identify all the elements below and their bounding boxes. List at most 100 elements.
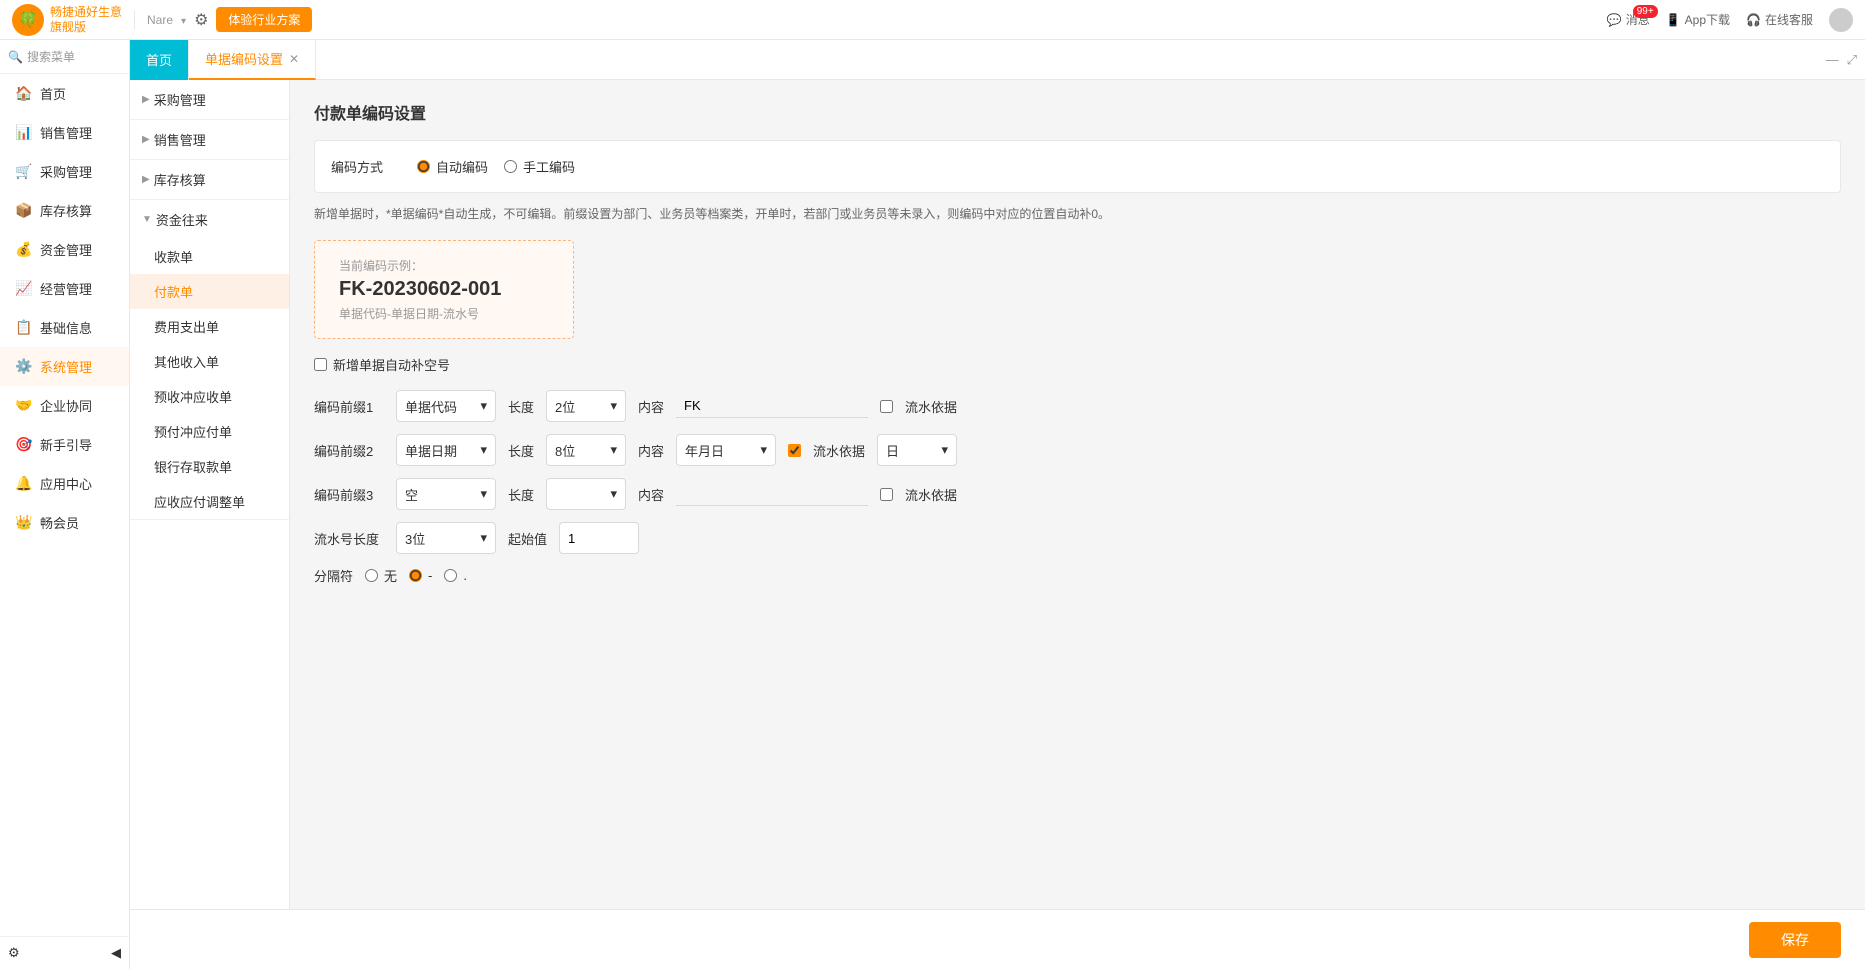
sidebar-bottom: ⚙ ◀	[0, 936, 129, 969]
prefix-3-serial-checkbox[interactable]	[880, 488, 893, 501]
tab-close-icon[interactable]: ✕	[289, 52, 299, 66]
auto-encoding-option[interactable]: 自动编码	[417, 157, 488, 176]
sidebar-item-member[interactable]: 👑 畅会员	[0, 503, 129, 542]
settings-icon[interactable]: ⚙	[194, 10, 208, 30]
prefix-1-label: 编码前缀1	[314, 397, 384, 416]
serial-start-input[interactable]	[559, 522, 639, 554]
code-preview-value: FK-20230602-001	[339, 278, 549, 301]
code-preview-box: 当前编码示例： FK-20230602-001 单据代码-单据日期-流水号	[314, 240, 574, 339]
prefix-1-length-select[interactable]: 2位 ▾	[546, 390, 626, 422]
user-avatar[interactable]	[1829, 8, 1853, 32]
message-btn[interactable]: 💬 消息 99+	[1607, 11, 1650, 28]
app-download-btn[interactable]: 📱 App下载	[1666, 11, 1730, 28]
auto-fill-row: 新增单据自动补空号	[314, 355, 1841, 374]
prefix-3-content-input[interactable]	[676, 482, 868, 506]
prefix-2-content-select[interactable]: 年月日 ▾	[676, 434, 776, 466]
manual-encoding-radio[interactable]	[504, 160, 517, 173]
separator-dash-option[interactable]: -	[409, 568, 432, 583]
sidebar-item-operations[interactable]: 📈 经营管理	[0, 269, 129, 308]
tab-bar: 首页 单据编码设置 ✕ — ⤢	[130, 40, 1865, 80]
tab-home[interactable]: 首页	[130, 40, 189, 80]
message-icon: 💬	[1607, 13, 1622, 27]
sub-item-prepay-payable[interactable]: 预付冲应付单	[130, 414, 289, 449]
prefix-2-length-select[interactable]: 8位 ▾	[546, 434, 626, 466]
sub-item-bank[interactable]: 银行存取款单	[130, 449, 289, 484]
system-icon: ⚙️	[16, 359, 32, 375]
prefix-row-1: 编码前缀1 单据代码 ▾ 长度 2位 ▾ 内容 流水依据	[314, 390, 1841, 422]
tab-maximize-icon[interactable]: ⤢	[1847, 52, 1857, 68]
auto-encoding-radio[interactable]	[417, 160, 430, 173]
separator-none-option[interactable]: 无	[365, 566, 397, 585]
sidebar-item-finance[interactable]: 💰 资金管理	[0, 230, 129, 269]
sidebar-item-home[interactable]: 🏠 首页	[0, 74, 129, 113]
sidebar-item-purchase[interactable]: 🛒 采购管理	[0, 152, 129, 191]
prefix-2-period-select[interactable]: 日 ▾	[877, 434, 957, 466]
manual-encoding-option[interactable]: 手工编码	[504, 157, 575, 176]
sub-header-inventory[interactable]: ▶ 库存核算	[130, 160, 289, 199]
download-icon: 📱	[1666, 13, 1681, 27]
tab-minimize-icon[interactable]: —	[1826, 52, 1839, 67]
prefix-1-content-input[interactable]	[676, 394, 868, 418]
prefix-2-length-chevron-icon: ▾	[610, 442, 617, 458]
search-icon: 🔍	[8, 50, 23, 64]
prefix-2-serial-checkbox[interactable]	[788, 444, 801, 457]
sub-item-expense[interactable]: 费用支出单	[130, 309, 289, 344]
prefix-1-serial-checkbox[interactable]	[880, 400, 893, 413]
separator-dash-radio[interactable]	[409, 569, 422, 582]
prefix-2-length-label: 长度	[508, 441, 534, 460]
main-panel: 付款单编码设置 编码方式 自动编码 手工编码	[290, 80, 1865, 909]
save-button[interactable]: 保存	[1749, 922, 1841, 958]
prefix-3-length-select[interactable]: ▾	[546, 478, 626, 510]
separator-dot-radio[interactable]	[444, 569, 457, 582]
sidebar-settings-icon[interactable]: ⚙	[8, 945, 20, 961]
separator-none-radio[interactable]	[365, 569, 378, 582]
app-center-icon: 🔔	[16, 476, 32, 492]
sidebar-collapse-icon[interactable]: ◀	[111, 945, 121, 961]
sub-item-adjust[interactable]: 应收应付调整单	[130, 484, 289, 519]
sub-item-receipt[interactable]: 收款单	[130, 239, 289, 274]
sub-section-purchase: ▶ 采购管理	[130, 80, 289, 120]
sub-item-other-income[interactable]: 其他收入单	[130, 344, 289, 379]
trial-button[interactable]: 体验行业方案	[216, 7, 312, 32]
auto-fill-label: 新增单据自动补空号	[333, 355, 450, 374]
prefix-3-chevron-icon: ▾	[480, 486, 487, 502]
arrow-right-icon2: ▶	[142, 134, 150, 145]
prefix-2-content-chevron-icon: ▾	[761, 442, 768, 458]
inventory-icon: 📦	[16, 203, 32, 219]
sidebar-item-collab[interactable]: 🤝 企业协同	[0, 386, 129, 425]
sub-item-payment[interactable]: 付款单	[130, 274, 289, 309]
tab-encoding-settings[interactable]: 单据编码设置 ✕	[189, 40, 316, 80]
prefix-row-3: 编码前缀3 空 ▾ 长度 ▾ 内容 流水依据	[314, 478, 1841, 510]
prefix-3-length-chevron-icon: ▾	[610, 486, 617, 502]
serial-length-select[interactable]: 3位 ▾	[396, 522, 496, 554]
serial-start-label: 起始值	[508, 529, 547, 548]
logo-text: 畅捷通好生意 旗舰版	[50, 5, 122, 34]
sub-item-prepay-receivable[interactable]: 预收冲应收单	[130, 379, 289, 414]
separator-row: 分隔符 无 - .	[314, 566, 1841, 585]
sidebar-search[interactable]: 🔍 搜索菜单	[0, 40, 129, 74]
collab-icon: 🤝	[16, 398, 32, 414]
serial-row: 流水号长度 3位 ▾ 起始值	[314, 522, 1841, 554]
sub-header-sales[interactable]: ▶ 销售管理	[130, 120, 289, 159]
prefix-3-select[interactable]: 空 ▾	[396, 478, 496, 510]
company-name: Nare	[147, 13, 173, 27]
sidebar-item-inventory[interactable]: 📦 库存核算	[0, 191, 129, 230]
service-icon: 🎧	[1746, 13, 1761, 27]
separator-dot-option[interactable]: .	[444, 568, 467, 583]
prefix-1-select[interactable]: 单据代码 ▾	[396, 390, 496, 422]
online-service-btn[interactable]: 🎧 在线客服	[1746, 11, 1813, 28]
sidebar-item-guide[interactable]: 🎯 新手引导	[0, 425, 129, 464]
tab-bar-actions: — ⤢	[1818, 52, 1865, 68]
auto-fill-checkbox[interactable]	[314, 358, 327, 371]
sidebar-item-basic-info[interactable]: 📋 基础信息	[0, 308, 129, 347]
arrow-right-icon3: ▶	[142, 174, 150, 185]
company-dropdown[interactable]	[181, 13, 186, 27]
sub-header-purchase[interactable]: ▶ 采购管理	[130, 80, 289, 119]
sidebar-item-app-center[interactable]: 🔔 应用中心	[0, 464, 129, 503]
prefix-2-select[interactable]: 单据日期 ▾	[396, 434, 496, 466]
sidebar-item-sales[interactable]: 📊 销售管理	[0, 113, 129, 152]
inner-layout: ▶ 采购管理 ▶ 销售管理 ▶ 库存核算	[130, 80, 1865, 909]
sidebar-item-system[interactable]: ⚙️ 系统管理	[0, 347, 129, 386]
sub-header-capital[interactable]: ▼ 资金往来	[130, 200, 289, 239]
finance-icon: 💰	[16, 242, 32, 258]
